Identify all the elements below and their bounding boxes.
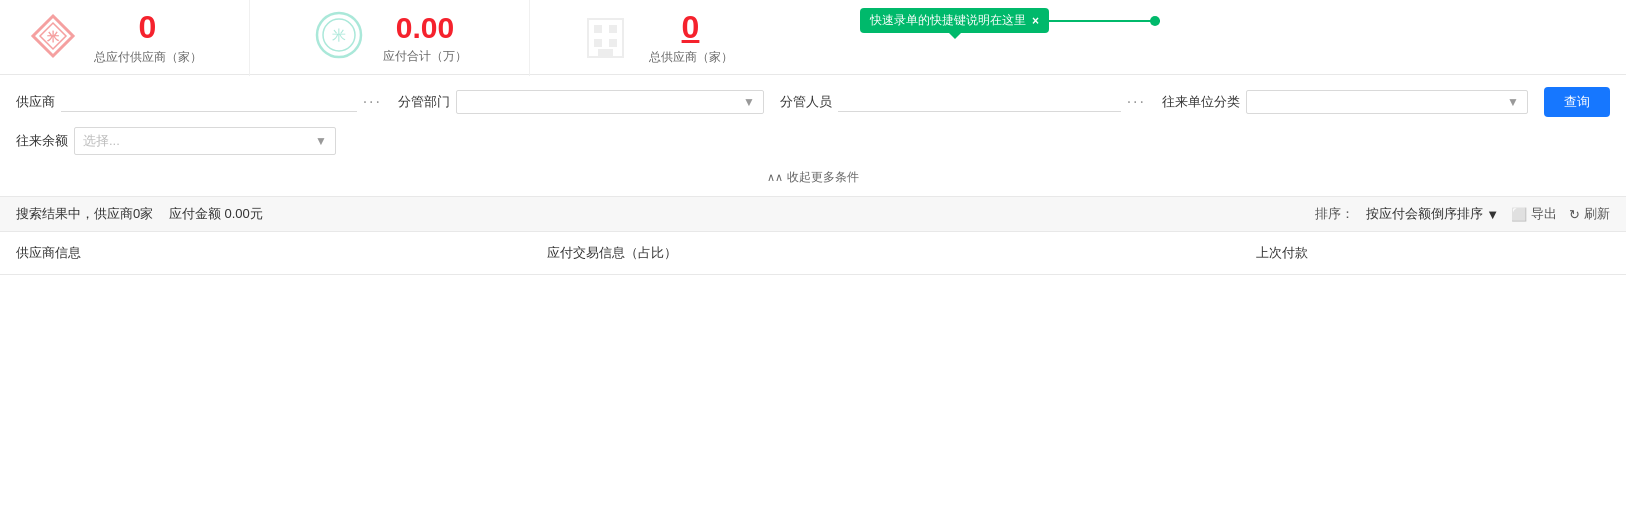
unit-category-chevron-icon: ▼ [1507,95,1519,109]
balance-chevron-icon: ▼ [315,134,327,148]
collapse-up-icon: ∧∧ [767,171,783,184]
unit-category-label: 往来单位分类 [1162,93,1240,111]
logo-icon: 米 [28,11,78,64]
table-header: 供应商信息 应付交易信息（占比） 上次付款 [0,232,1626,275]
collapse-row: ∧∧ 收起更多条件 [16,165,1610,196]
tooltip-dot [1150,16,1160,26]
results-info-text: 搜索结果中，供应商0家 [16,206,153,221]
table-body [0,275,1626,475]
col-supplier-info: 供应商信息 [16,244,547,262]
building-icon [578,11,633,64]
mint-icon: 米 [312,8,367,66]
payable-total-label: 应付合计（万） [383,48,467,65]
collapse-button[interactable]: ∧∧ 收起更多条件 [767,169,859,186]
department-chevron-icon: ▼ [743,95,755,109]
balance-filter: 往来余额 选择... ▼ [16,127,336,155]
col-last-payment: 上次付款 [1256,244,1610,262]
stats-bar: 米 0 总应付供应商（家） 米 0.00 应付合计（万） [0,0,1626,75]
refresh-button[interactable]: ↻ 刷新 [1569,205,1610,223]
filter-row-1: 供应商 ··· 分管部门 ▼ 分管人员 ··· 往来单位分类 ▼ [16,87,1610,117]
svg-rect-8 [609,25,617,33]
supplier-filter: 供应商 ··· [16,92,382,112]
export-icon: ⬜ [1511,207,1527,222]
tooltip-close[interactable]: × [1032,14,1039,28]
filter-row-2: 往来余额 选择... ▼ [16,127,336,155]
collapse-label: 收起更多条件 [787,169,859,186]
col-payable-transaction: 应付交易信息（占比） [547,244,1255,262]
svg-rect-10 [609,39,617,47]
svg-rect-11 [598,49,613,57]
filter-bar: 供应商 ··· 分管部门 ▼ 分管人员 ··· 往来单位分类 ▼ [0,75,1626,197]
tooltip-badge: 快速录单的快捷键说明在这里 × [860,8,1049,33]
sort-option-label: 按应付会额倒序排序 [1366,205,1483,223]
results-actions: 排序： 按应付会额倒序排序 ▼ ⬜ 导出 ↻ 刷新 [1315,205,1610,223]
results-amount-text: 应付金额 0.00元 [169,206,263,221]
balance-select[interactable]: 选择... ▼ [74,127,336,155]
query-button[interactable]: 查询 [1544,87,1610,117]
refresh-label: 刷新 [1584,205,1610,223]
supplier-label: 供应商 [16,93,55,111]
results-bar: 搜索结果中，供应商0家 应付金额 0.00元 排序： 按应付会额倒序排序 ▼ ⬜… [0,197,1626,232]
person-label: 分管人员 [780,93,832,111]
payable-total-number: 0.00 [396,10,454,46]
unit-category-select[interactable]: ▼ [1246,90,1528,114]
department-select[interactable]: ▼ [456,90,764,114]
balance-label: 往来余额 [16,132,68,150]
tooltip-text: 快速录单的快捷键说明在这里 [870,12,1026,29]
total-suppliers-number: 0 [682,8,700,46]
total-suppliers-label: 总供应商（家） [649,49,733,66]
person-filter: 分管人员 ··· [780,92,1146,112]
total-payable-suppliers-number: 0 [139,8,157,46]
sort-label: 排序： [1315,205,1354,223]
balance-placeholder: 选择... [83,132,120,150]
unit-category-filter: 往来单位分类 ▼ [1162,90,1528,114]
svg-text:米: 米 [46,30,60,44]
supplier-input[interactable] [61,92,357,112]
total-payable-suppliers-label: 总应付供应商（家） [94,49,202,66]
export-label: 导出 [1531,205,1557,223]
department-filter: 分管部门 ▼ [398,90,764,114]
svg-rect-9 [594,39,602,47]
refresh-icon: ↻ [1569,207,1580,222]
sort-dropdown[interactable]: 按应付会额倒序排序 ▼ [1366,205,1499,223]
person-dots[interactable]: ··· [1127,93,1146,111]
department-label: 分管部门 [398,93,450,111]
svg-rect-7 [594,25,602,33]
person-input[interactable] [838,92,1121,112]
svg-text:米: 米 [332,27,346,43]
results-info: 搜索结果中，供应商0家 应付金额 0.00元 [16,205,263,223]
sort-chevron-icon: ▼ [1486,207,1499,222]
supplier-dots[interactable]: ··· [363,93,382,111]
export-button[interactable]: ⬜ 导出 [1511,205,1557,223]
tooltip-line [1040,20,1160,22]
